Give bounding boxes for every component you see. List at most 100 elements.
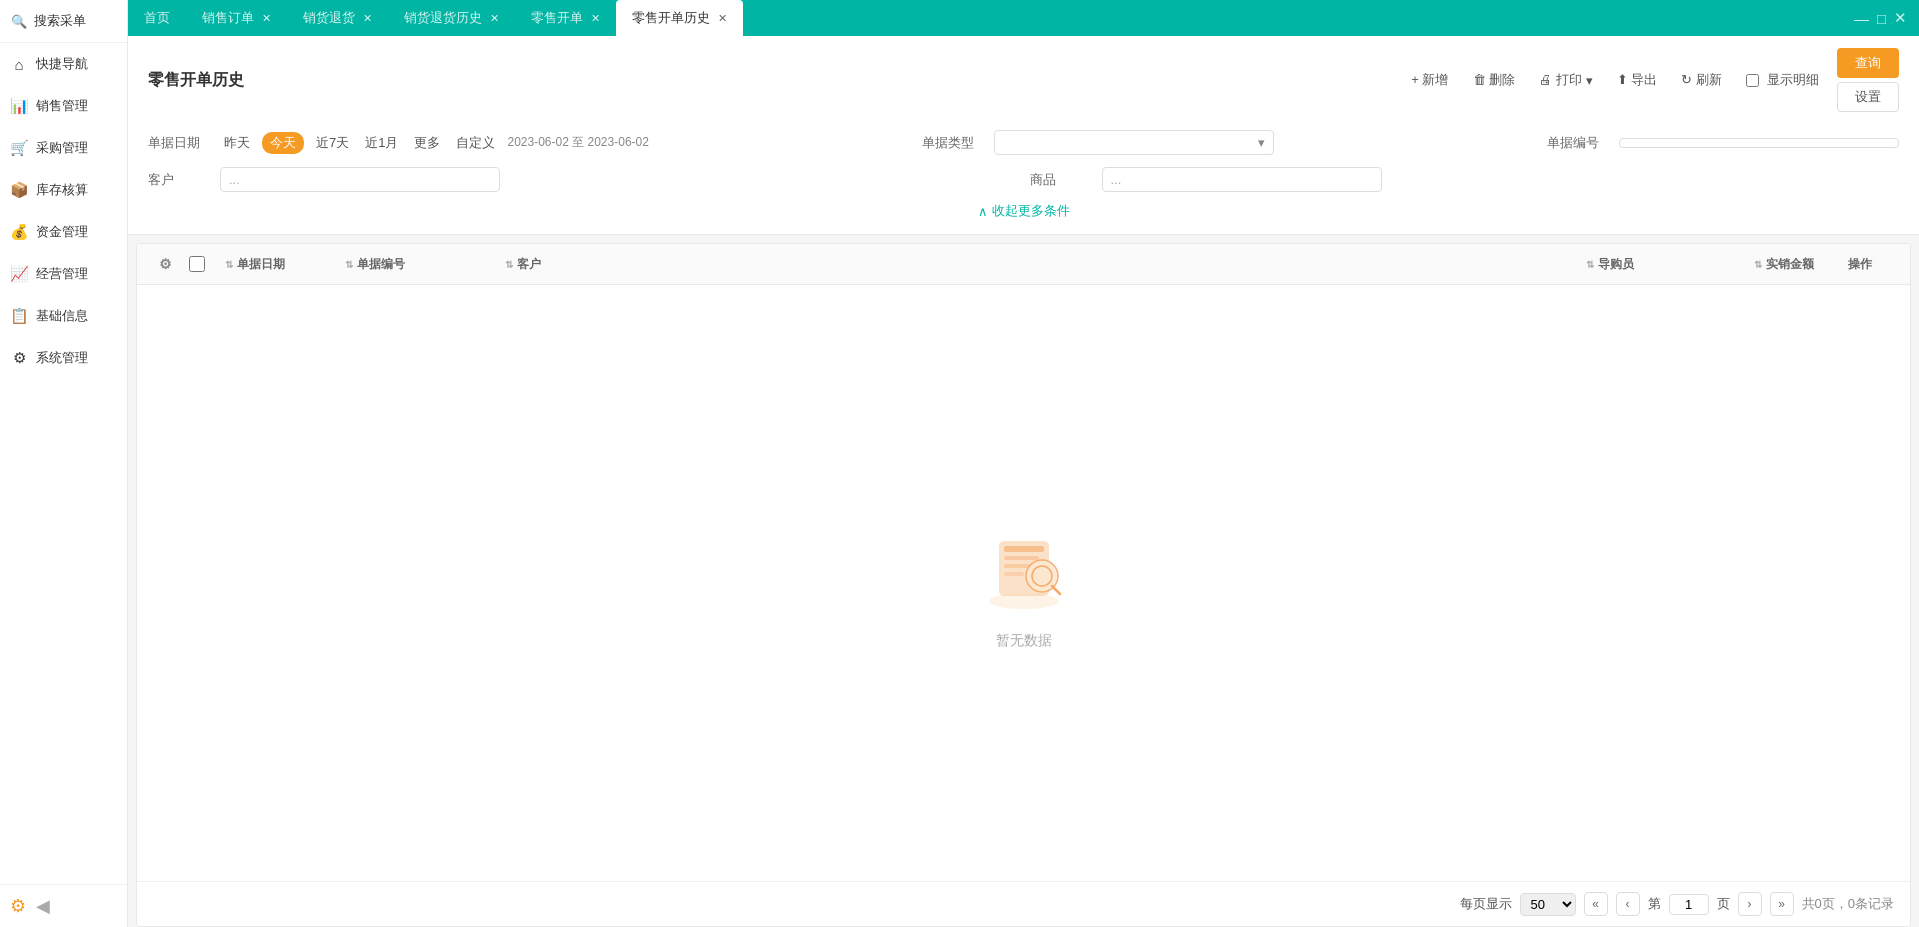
close-button[interactable]: ✕ — [1894, 9, 1907, 27]
print-dropdown-icon[interactable]: ▾ — [1586, 73, 1593, 88]
page-number-input[interactable] — [1669, 894, 1709, 915]
tab-retail-history-close[interactable]: ✕ — [718, 12, 727, 25]
add-button-label: + 新增 — [1411, 71, 1448, 89]
tab-retail-history-label: 零售开单历史 — [632, 9, 710, 27]
sidebar-item-operations[interactable]: 📈 经营管理 — [0, 253, 127, 295]
tab-retail-open[interactable]: 零售开单 ✕ — [515, 0, 616, 36]
refresh-button[interactable]: ↻ 刷新 — [1675, 71, 1728, 89]
th-sort-date[interactable]: ⇅ — [225, 259, 233, 270]
delete-button[interactable]: 🗑 删除 — [1467, 71, 1522, 89]
sidebar-search[interactable]: 🔍 搜索采单 — [0, 0, 127, 43]
sidebar-item-quick-nav[interactable]: ⌂ 快捷导航 — [0, 43, 127, 85]
tab-sales-return[interactable]: 销货退货 ✕ — [287, 0, 388, 36]
tab-sales-return-history-close[interactable]: ✕ — [490, 12, 499, 25]
maximize-button[interactable]: □ — [1877, 10, 1886, 27]
refresh-button-label: ↻ 刷新 — [1681, 71, 1722, 89]
type-filter-chevron: ▾ — [1258, 135, 1265, 150]
collapse-filter-row[interactable]: ∧ 收起更多条件 — [148, 198, 1899, 224]
settings-footer-icon[interactable]: ⚙ — [10, 895, 26, 917]
th-settings: ⚙ — [147, 244, 183, 284]
tab-retail-open-close[interactable]: ✕ — [591, 12, 600, 25]
print-button-label: 🖨 打印 — [1539, 71, 1582, 89]
tab-sales-return-label: 销货退货 — [303, 9, 355, 27]
tab-sales-order[interactable]: 销售订单 ✕ — [186, 0, 287, 36]
box-icon: 📦 — [10, 181, 28, 199]
select-all-checkbox[interactable] — [189, 256, 205, 272]
last-page-button[interactable]: » — [1770, 892, 1794, 916]
add-button[interactable]: + 新增 — [1405, 71, 1454, 89]
th-sort-amount[interactable]: ⇅ — [1754, 259, 1762, 270]
per-page-select[interactable]: 50 100 200 — [1520, 893, 1576, 916]
minimize-button[interactable]: — — [1854, 10, 1869, 27]
tab-sales-return-close[interactable]: ✕ — [363, 12, 372, 25]
settings-button[interactable]: 设置 — [1837, 82, 1899, 112]
date-btn-more[interactable]: 更多 — [410, 132, 444, 154]
filter-row-1: 单据日期 昨天 今天 近7天 近1月 更多 自定义 2023-06-02 至 2… — [148, 124, 1899, 161]
table-settings-icon[interactable]: ⚙ — [153, 252, 177, 276]
date-btn-today[interactable]: 今天 — [262, 132, 304, 154]
svg-line-8 — [1052, 586, 1060, 594]
doc-icon: 📋 — [10, 307, 28, 325]
sidebar-item-label: 经营管理 — [36, 265, 88, 283]
money-icon: 💰 — [10, 223, 28, 241]
date-btn-custom[interactable]: 自定义 — [452, 132, 499, 154]
th-sort-client[interactable]: ⇅ — [505, 259, 513, 270]
filter-area: 单据日期 昨天 今天 近7天 近1月 更多 自定义 2023-06-02 至 2… — [148, 124, 1899, 234]
filter-row-2: 客户 ... 商品 ... — [148, 161, 1899, 198]
window-controls: — □ ✕ — [1854, 9, 1919, 27]
goods-filter-input[interactable]: ... — [1102, 167, 1382, 192]
export-button-label: ⬆ 导出 — [1617, 71, 1658, 89]
collapse-sidebar-icon[interactable]: ◀ — [36, 895, 50, 917]
tab-sales-return-history[interactable]: 销货退货历史 ✕ — [388, 0, 515, 36]
th-sort-guide[interactable]: ⇅ — [1586, 259, 1594, 270]
th-sort-number[interactable]: ⇅ — [345, 259, 353, 270]
sidebar-item-basic-info[interactable]: 📋 基础信息 — [0, 295, 127, 337]
th-amount: ⇅ 实销金额 — [1700, 244, 1820, 284]
sidebar-item-finance[interactable]: 💰 资金管理 — [0, 211, 127, 253]
tab-bar: 首页 销售订单 ✕ 销货退货 ✕ 销货退货历史 ✕ 零售开单 ✕ 零售开单历史 … — [128, 0, 1919, 36]
tab-sales-order-close[interactable]: ✕ — [262, 12, 271, 25]
pagination: 每页显示 50 100 200 « ‹ 第 页 › » 共0页，0条记录 — [137, 881, 1910, 926]
number-filter-input[interactable] — [1619, 138, 1899, 148]
prev-page-button[interactable]: ‹ — [1616, 892, 1640, 916]
type-filter-label: 单据类型 — [922, 134, 982, 152]
tab-home[interactable]: 首页 — [128, 0, 186, 36]
sidebar-menu: ⌂ 快捷导航 📊 销售管理 🛒 采购管理 📦 库存核算 💰 资金管理 📈 经营管… — [0, 43, 127, 884]
first-page-button[interactable]: « — [1584, 892, 1608, 916]
date-btn-1month[interactable]: 近1月 — [361, 132, 402, 154]
svg-rect-2 — [1004, 546, 1044, 552]
th-guide: ⇅ 导购员 — [1580, 244, 1700, 284]
tab-retail-history[interactable]: 零售开单历史 ✕ — [616, 0, 743, 36]
date-btn-yesterday[interactable]: 昨天 — [220, 132, 254, 154]
sidebar-item-inventory[interactable]: 📦 库存核算 — [0, 169, 127, 211]
client-filter-ellipsis: ... — [229, 172, 240, 187]
th-number: ⇅ 单据编号 — [339, 244, 499, 284]
goods-filter-label: 商品 — [1030, 171, 1090, 189]
display-detail-toggle[interactable]: 显示明细 — [1740, 71, 1825, 89]
table-header: ⚙ ⇅ 单据日期 ⇅ 单据编号 ⇅ 客户 ⇅ — [137, 244, 1910, 285]
sidebar-item-purchase-mgmt[interactable]: 🛒 采购管理 — [0, 127, 127, 169]
th-checkbox — [183, 244, 219, 284]
sidebar: 🔍 搜索采单 ⌂ 快捷导航 📊 销售管理 🛒 采购管理 📦 库存核算 💰 资金管… — [0, 0, 128, 927]
next-page-button[interactable]: › — [1738, 892, 1762, 916]
sidebar-item-sales-mgmt[interactable]: 📊 销售管理 — [0, 85, 127, 127]
client-filter-label: 客户 — [148, 171, 208, 189]
print-button[interactable]: 🖨 打印 ▾ — [1533, 71, 1599, 89]
table-area: ⚙ ⇅ 单据日期 ⇅ 单据编号 ⇅ 客户 ⇅ — [136, 243, 1911, 927]
client-filter-input[interactable]: ... — [220, 167, 500, 192]
sidebar-footer: ⚙ ◀ — [0, 884, 127, 927]
th-action: 操作 — [1820, 244, 1900, 284]
tab-sales-order-label: 销售订单 — [202, 9, 254, 27]
delete-button-label: 🗑 删除 — [1473, 71, 1516, 89]
type-filter-select[interactable]: ▾ — [994, 130, 1274, 155]
display-detail-label: 显示明细 — [1767, 71, 1819, 89]
date-btn-7days[interactable]: 近7天 — [312, 132, 353, 154]
empty-text: 暂无数据 — [996, 632, 1052, 650]
sidebar-item-system-mgmt[interactable]: ⚙ 系统管理 — [0, 337, 127, 379]
query-button[interactable]: 查询 — [1837, 48, 1899, 78]
date-filter-label: 单据日期 — [148, 134, 208, 152]
display-detail-checkbox[interactable] — [1746, 74, 1759, 87]
chart-icon: 📊 — [10, 97, 28, 115]
export-button[interactable]: ⬆ 导出 — [1611, 71, 1664, 89]
gear-icon: ⚙ — [10, 349, 28, 367]
